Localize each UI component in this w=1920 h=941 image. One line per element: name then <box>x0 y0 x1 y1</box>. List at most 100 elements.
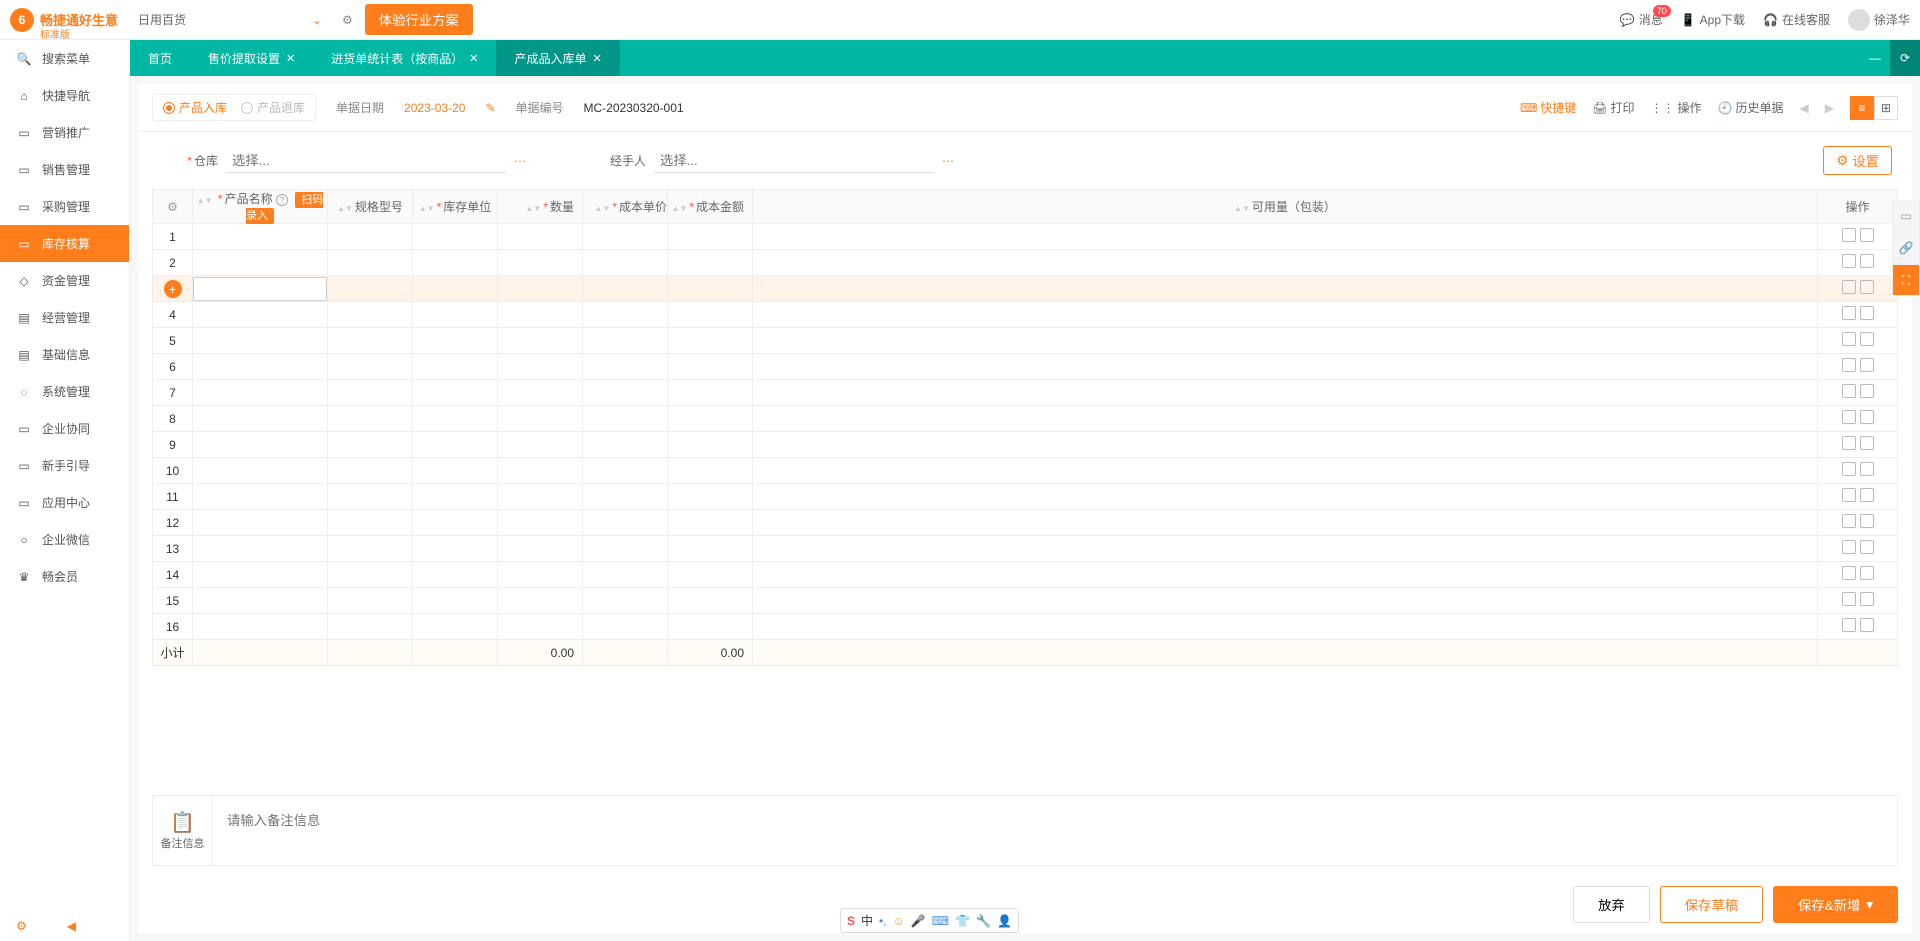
handler-input[interactable] <box>654 149 934 173</box>
delete-icon[interactable] <box>1842 462 1856 476</box>
delete-icon[interactable] <box>1842 280 1856 294</box>
copy-icon[interactable] <box>1860 566 1874 580</box>
date-value[interactable]: 2023-03-20 <box>404 101 465 115</box>
delete-icon[interactable] <box>1842 540 1856 554</box>
sidebar-item-14[interactable]: ♛畅会员 <box>0 558 129 595</box>
table-row[interactable]: 12 <box>153 510 1898 536</box>
tab-2[interactable]: 进货单统计表（按商品）✕ <box>313 40 496 76</box>
copy-icon[interactable] <box>1860 254 1874 268</box>
copy-icon[interactable] <box>1860 436 1874 450</box>
copy-icon[interactable] <box>1860 462 1874 476</box>
sidebar-item-7[interactable]: ▤经营管理 <box>0 299 129 336</box>
sidebar-item-1[interactable]: ⌂快捷导航 <box>0 77 129 114</box>
user-menu[interactable]: 徐泽华 <box>1848 9 1910 31</box>
delete-icon[interactable] <box>1842 488 1856 502</box>
table-row[interactable]: 16 <box>153 614 1898 640</box>
col-unit[interactable]: ▲▼*库存单位 <box>413 190 498 224</box>
copy-icon[interactable] <box>1860 228 1874 242</box>
discard-button[interactable]: 放弃 <box>1573 886 1650 923</box>
table-row[interactable]: 2 <box>153 250 1898 276</box>
ime-bar[interactable]: S 中 •, ☺ 🎤 ⌨ 👕 🔧 👤 <box>840 908 1019 933</box>
delete-icon[interactable] <box>1842 436 1856 450</box>
copy-icon[interactable] <box>1860 514 1874 528</box>
col-avail[interactable]: ▲▼可用量（包装） <box>753 190 1818 224</box>
product-name-input[interactable] <box>193 277 327 301</box>
save-draft-button[interactable]: 保存草稿 <box>1660 886 1763 923</box>
online-service-button[interactable]: 🎧 在线客服 <box>1763 11 1830 28</box>
app-download-button[interactable]: 📱 App下载 <box>1681 11 1745 28</box>
delete-icon[interactable] <box>1842 566 1856 580</box>
ops-button[interactable]: ⋮⋮ 操作 <box>1651 99 1702 116</box>
table-row[interactable]: 10 <box>153 458 1898 484</box>
tab-refresh-button[interactable]: ⟳ <box>1890 40 1920 76</box>
save-new-button[interactable]: 保存&新增 ▾ <box>1773 886 1898 923</box>
sidebar-item-3[interactable]: ▭销售管理 <box>0 151 129 188</box>
col-price[interactable]: ▲▼*成本单价 <box>583 190 668 224</box>
float-tool-1[interactable]: ▭ <box>1892 200 1920 232</box>
copy-icon[interactable] <box>1860 358 1874 372</box>
tab-minimize-button[interactable]: — <box>1860 40 1890 76</box>
sidebar-item-8[interactable]: ▤基础信息 <box>0 336 129 373</box>
delete-icon[interactable] <box>1842 358 1856 372</box>
print-button[interactable]: 🖨 打印 <box>1592 99 1634 116</box>
close-icon[interactable]: ✕ <box>469 52 478 65</box>
close-icon[interactable]: ✕ <box>593 52 602 65</box>
sidebar-item-11[interactable]: ▭新手引导 <box>0 447 129 484</box>
table-row[interactable]: 13 <box>153 536 1898 562</box>
copy-icon[interactable] <box>1860 384 1874 398</box>
sidebar-item-6[interactable]: ◇资金管理 <box>0 262 129 299</box>
radio-product-in[interactable]: 产品入库 <box>163 99 227 116</box>
shortcut-button[interactable]: ⌨ 快捷键 <box>1520 99 1576 116</box>
delete-icon[interactable] <box>1842 384 1856 398</box>
col-product[interactable]: ▲▼ *产品名称 ? 扫码录入 <box>193 190 328 224</box>
col-gear[interactable]: ⚙ <box>153 190 193 224</box>
edit-date-icon[interactable]: ✎ <box>485 101 495 115</box>
delete-icon[interactable] <box>1842 618 1856 632</box>
radio-product-out[interactable]: 产品退库 <box>241 99 305 116</box>
col-spec[interactable]: ▲▼规格型号 <box>328 190 413 224</box>
col-amount[interactable]: ▲▼*成本金额 <box>668 190 753 224</box>
table-row[interactable]: 9 <box>153 432 1898 458</box>
sidebar-item-12[interactable]: ▭应用中心 <box>0 484 129 521</box>
remark-input[interactable] <box>213 796 1897 865</box>
table-row[interactable]: 6 <box>153 354 1898 380</box>
gear-icon[interactable]: ⚙ <box>342 13 353 27</box>
messages-button[interactable]: 💬 消息 70 <box>1620 11 1663 28</box>
prev-icon[interactable]: ◀ <box>1800 101 1809 115</box>
table-row[interactable]: 4 <box>153 302 1898 328</box>
delete-icon[interactable] <box>1842 306 1856 320</box>
delete-icon[interactable] <box>1842 228 1856 242</box>
history-button[interactable]: 🕘 历史单据 <box>1718 99 1784 116</box>
copy-icon[interactable] <box>1860 410 1874 424</box>
copy-icon[interactable] <box>1860 592 1874 606</box>
float-tool-expand[interactable]: ⛶ <box>1892 264 1920 296</box>
delete-icon[interactable] <box>1842 254 1856 268</box>
sidebar-item-5[interactable]: ▭库存核算 <box>0 225 129 262</box>
help-icon[interactable]: ? <box>276 194 288 206</box>
copy-icon[interactable] <box>1860 618 1874 632</box>
tab-0[interactable]: 首页 <box>130 40 190 76</box>
handler-more-icon[interactable]: ⋯ <box>942 154 954 168</box>
category-selector[interactable]: 日用百货 ⌄ <box>130 11 330 28</box>
delete-icon[interactable] <box>1842 514 1856 528</box>
view-list-button[interactable]: ≡ <box>1850 96 1874 120</box>
sidebar-item-9[interactable]: ◌系统管理 <box>0 373 129 410</box>
settings-icon[interactable]: ⚙ <box>16 919 27 933</box>
sidebar-item-0[interactable]: 🔍搜索菜单 <box>0 40 129 77</box>
table-row[interactable]: 8 <box>153 406 1898 432</box>
float-tool-link[interactable]: 🔗 <box>1892 232 1920 264</box>
tab-3[interactable]: 产成品入库单✕ <box>496 40 619 76</box>
tab-1[interactable]: 售价提取设置✕ <box>190 40 313 76</box>
view-grid-button[interactable]: ⊞ <box>1874 96 1898 120</box>
copy-icon[interactable] <box>1860 306 1874 320</box>
warehouse-more-icon[interactable]: ⋯ <box>514 154 526 168</box>
copy-icon[interactable] <box>1860 488 1874 502</box>
sidebar-item-4[interactable]: ▭采购管理 <box>0 188 129 225</box>
copy-icon[interactable] <box>1860 332 1874 346</box>
experience-button[interactable]: 体验行业方案 <box>365 4 473 35</box>
table-row[interactable]: + <box>153 276 1898 302</box>
table-row[interactable]: 14 <box>153 562 1898 588</box>
table-row[interactable]: 11 <box>153 484 1898 510</box>
delete-icon[interactable] <box>1842 332 1856 346</box>
col-qty[interactable]: ▲▼*数量 <box>498 190 583 224</box>
